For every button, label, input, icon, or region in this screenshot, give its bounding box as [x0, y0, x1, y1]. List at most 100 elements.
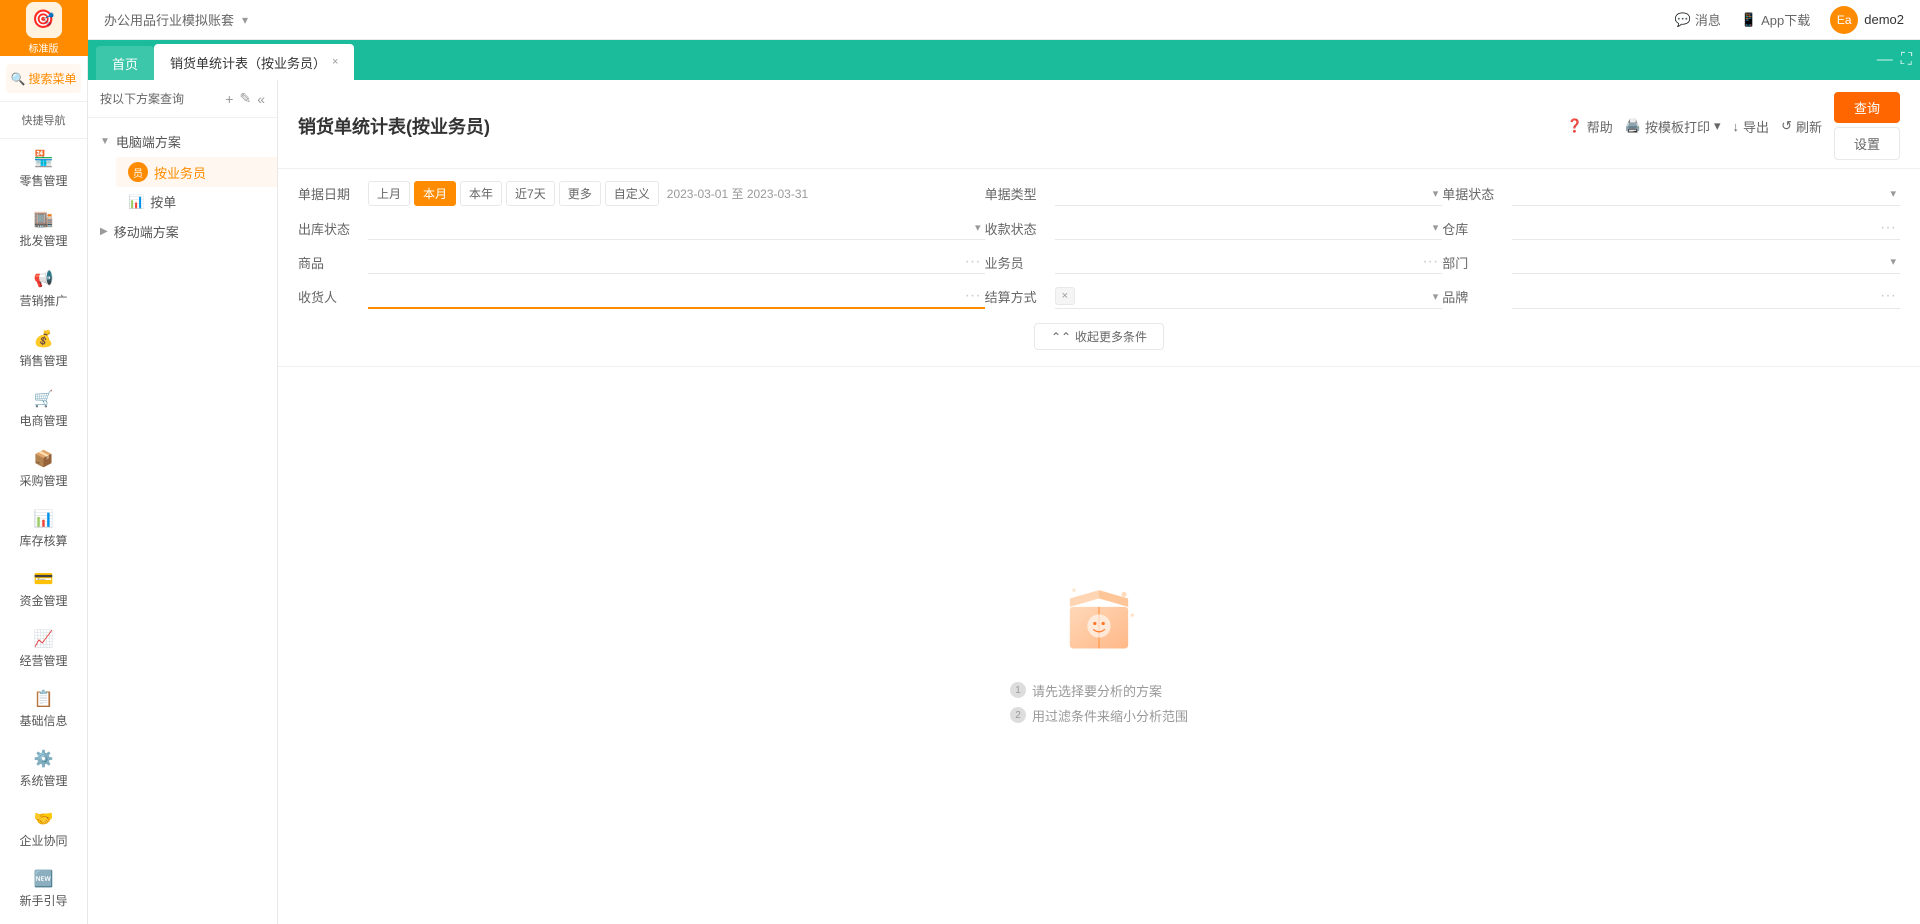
salesperson-avatar: 员 [128, 162, 148, 182]
tab-maximize-button[interactable]: ⛶ [1901, 51, 1912, 69]
tabbar: 首页 销货单统计表（按业务员） × — ⛶ [88, 40, 1920, 80]
sidebar-item-sales[interactable]: 💰 销售管理 [0, 319, 87, 379]
date-last7-btn[interactable]: 近7天 [506, 181, 555, 206]
page-header-actions: ❓ 帮助 🖨️ 按模板打印 ▾ ↓ 导出 ↺ 刷新 [1567, 92, 1900, 160]
tab-home[interactable]: 首页 [96, 46, 154, 80]
user-menu[interactable]: Ea demo2 [1830, 6, 1904, 34]
goods-dots[interactable]: ··· [961, 253, 985, 271]
sidebar-item-operation[interactable]: 📈 经营管理 [0, 619, 87, 679]
help-button[interactable]: ❓ 帮助 [1567, 117, 1613, 136]
warehouse-input[interactable] [1512, 216, 1876, 239]
department-label: 部门 [1442, 253, 1512, 272]
filter-row-2: 出库状态 ▾ 收款状态 ▾ 仓库 [298, 216, 1900, 240]
tree-mobile-section[interactable]: ▶ 移动端方案 [88, 216, 277, 247]
delivery-select-wrap[interactable]: ▾ [368, 216, 985, 240]
sidebar-item-system[interactable]: ⚙️ 系统管理 [0, 739, 87, 799]
sidebar-logo[interactable]: 🎯 标准版 [0, 0, 88, 56]
tree-item-order[interactable]: 📊 按单 [116, 187, 277, 216]
consignee-input[interactable] [368, 284, 961, 307]
filter-doc-status: 单据状态 ▾ [1442, 182, 1900, 206]
tip-num-2: 2 [1010, 707, 1026, 723]
department-select-wrap[interactable]: ▾ [1512, 250, 1900, 274]
add-scheme-button[interactable]: + [225, 90, 233, 107]
filter-row-3: 商品 ··· 业务员 ··· 部门 [298, 250, 1900, 274]
consignee-label: 收货人 [298, 287, 368, 306]
settlement-tag: × [1055, 287, 1075, 305]
quick-nav-area: 快捷导航 [0, 102, 87, 139]
salesperson-dots[interactable]: ··· [1418, 253, 1442, 271]
sidebar-item-retail[interactable]: 🏪 零售管理 [0, 139, 87, 199]
sidebar-item-ecommerce[interactable]: 🛒 电商管理 [0, 379, 87, 439]
empty-illustration [1049, 561, 1149, 661]
order-icon: 📊 [128, 194, 144, 210]
refresh-button[interactable]: ↺ 刷新 [1781, 117, 1822, 136]
quick-nav-button[interactable]: 快捷导航 [14, 108, 74, 132]
collapse-panel-button[interactable]: « [257, 90, 265, 107]
sidebar-item-basic[interactable]: 📋 基础信息 [0, 679, 87, 739]
date-this-year-btn[interactable]: 本年 [460, 181, 502, 206]
tab-minimize-button[interactable]: — [1877, 51, 1893, 69]
brand-input[interactable] [1512, 285, 1876, 308]
date-more-btn[interactable]: 更多 [559, 181, 601, 206]
date-group: 上月 本月 本年 近7天 更多 自定义 2023-03-01 至 2023-03… [368, 181, 985, 206]
print-button[interactable]: 🖨️ 按模板打印 ▾ [1625, 117, 1721, 136]
filter-area: 单据日期 上月 本月 本年 近7天 更多 自定义 2023-03-01 至 20… [278, 169, 1920, 367]
date-this-month-btn[interactable]: 本月 [414, 181, 456, 206]
settlement-select[interactable] [1079, 285, 1442, 308]
brand-dots[interactable]: ··· [1876, 287, 1900, 305]
consignee-dots[interactable]: ··· [961, 287, 985, 305]
doc-type-select[interactable] [1055, 182, 1443, 205]
payment-select[interactable] [1055, 216, 1443, 239]
collapse-filter-button[interactable]: ⌃⌃ 收起更多条件 [1034, 323, 1164, 350]
edit-scheme-button[interactable]: ✎ [239, 90, 251, 107]
doc-status-select-wrap[interactable]: ▾ [1512, 182, 1900, 206]
topbar-left: 办公用品行业模拟账套 ▾ [104, 10, 248, 29]
warehouse-dots[interactable]: ··· [1876, 219, 1900, 237]
sidebar-item-inventory[interactable]: 📊 库存核算 [0, 499, 87, 559]
department-select[interactable] [1512, 250, 1900, 273]
tabbar-actions: — ⛶ [1877, 40, 1912, 80]
search-menu-button[interactable]: 🔍 搜索菜单 [6, 64, 81, 93]
purchase-icon: 📦 [34, 449, 54, 469]
sales-icon: 💰 [34, 329, 54, 349]
export-button[interactable]: ↓ 导出 [1733, 117, 1770, 136]
doc-type-select-wrap[interactable]: ▾ [1055, 182, 1443, 206]
salesperson-label: 按业务员 [154, 163, 206, 182]
download-icon: 📱 [1741, 12, 1757, 28]
app-download-button[interactable]: 📱 App下载 [1741, 10, 1810, 29]
settlement-tag-close[interactable]: × [1062, 290, 1068, 302]
left-panel: 按以下方案查询 + ✎ « ▼ 电脑端方案 员 按业务员 [88, 80, 278, 924]
tree-item-salesperson[interactable]: 员 按业务员 [116, 157, 277, 187]
topbar-dropdown-button[interactable]: ▾ [242, 13, 248, 27]
sidebar-item-wholesale[interactable]: 🏬 批发管理 [0, 199, 87, 259]
page-title: 销货单统计表(按业务员) [298, 113, 490, 139]
retail-icon: 🏪 [34, 149, 54, 169]
sidebar-item-appstore[interactable]: 📱 应用中心 [0, 919, 87, 924]
sidebar-item-newguide[interactable]: 🆕 新手引导 [0, 859, 87, 919]
topbar-title: 办公用品行业模拟账套 [104, 10, 234, 29]
doc-status-select[interactable] [1512, 182, 1900, 205]
settlement-select-wrap[interactable]: ▾ [1079, 285, 1442, 308]
date-custom-btn[interactable]: 自定义 [605, 181, 659, 206]
message-button[interactable]: 💬 消息 [1675, 10, 1721, 29]
payment-select-wrap[interactable]: ▾ [1055, 216, 1443, 240]
delivery-select[interactable] [368, 216, 985, 239]
sidebar-item-enterprise[interactable]: 🤝 企业协同 [0, 799, 87, 859]
filter-delivery: 出库状态 ▾ [298, 216, 985, 240]
warehouse-label: 仓库 [1442, 219, 1512, 238]
tab-close-button[interactable]: × [332, 56, 338, 68]
tree-desktop-section[interactable]: ▼ 电脑端方案 [88, 126, 277, 157]
sidebar-item-purchase[interactable]: 📦 采购管理 [0, 439, 87, 499]
left-panel-actions: + ✎ « [225, 90, 265, 107]
sidebar-item-marketing[interactable]: 📢 营销推广 [0, 259, 87, 319]
setting-button[interactable]: 设置 [1834, 127, 1900, 160]
query-button[interactable]: 查询 [1834, 92, 1900, 123]
salesperson-input[interactable] [1055, 250, 1419, 273]
settlement-label: 结算方式 [985, 287, 1055, 306]
marketing-icon: 📢 [34, 269, 54, 289]
date-last-month-btn[interactable]: 上月 [368, 181, 410, 206]
goods-input[interactable] [368, 250, 961, 273]
sidebar-item-finance[interactable]: 💳 资金管理 [0, 559, 87, 619]
tab-sales-report[interactable]: 销货单统计表（按业务员） × [154, 44, 354, 80]
delivery-label: 出库状态 [298, 219, 368, 238]
